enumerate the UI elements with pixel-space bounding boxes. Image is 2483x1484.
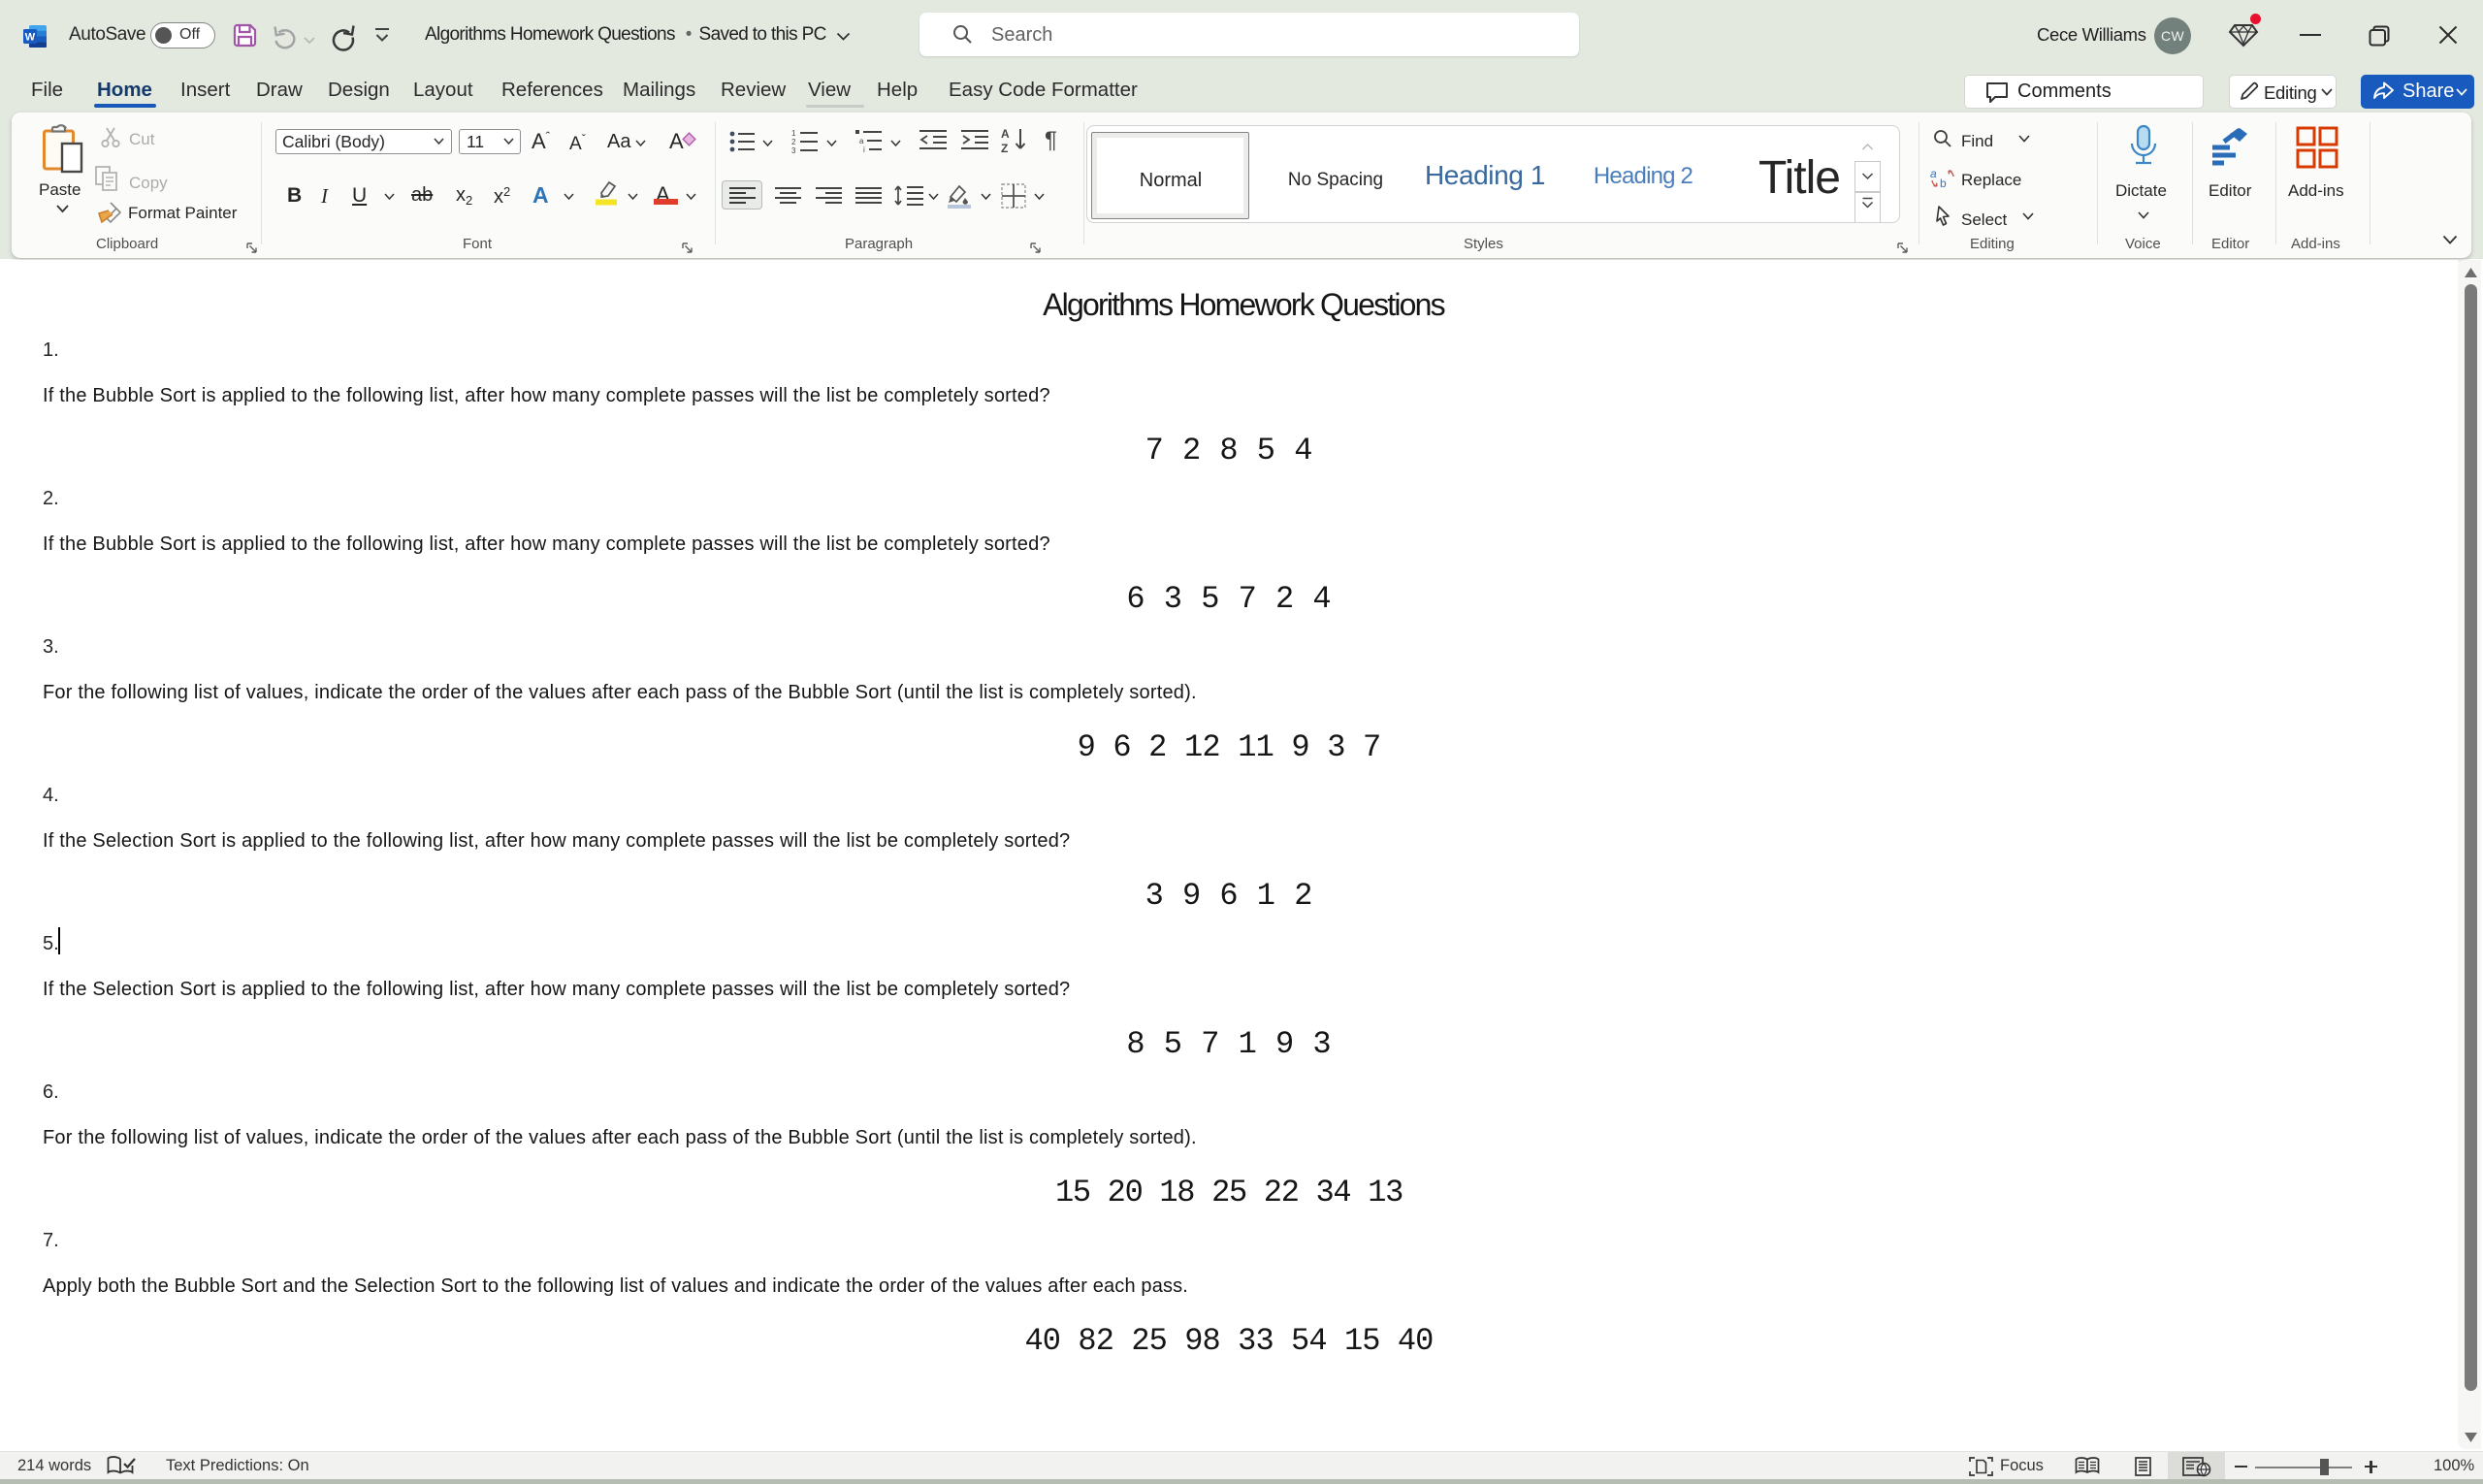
svg-text:W: W — [25, 32, 36, 44]
svg-text:2: 2 — [791, 138, 796, 146]
svg-text:b: b — [1940, 177, 1947, 190]
svg-text:A: A — [1001, 127, 1010, 141]
svg-text:a: a — [859, 137, 864, 145]
svg-text:i: i — [863, 145, 865, 154]
svg-text:3: 3 — [791, 146, 796, 155]
svg-text:Z: Z — [1001, 142, 1008, 155]
svg-text:a: a — [1930, 167, 1937, 180]
svg-text:1: 1 — [791, 129, 796, 138]
